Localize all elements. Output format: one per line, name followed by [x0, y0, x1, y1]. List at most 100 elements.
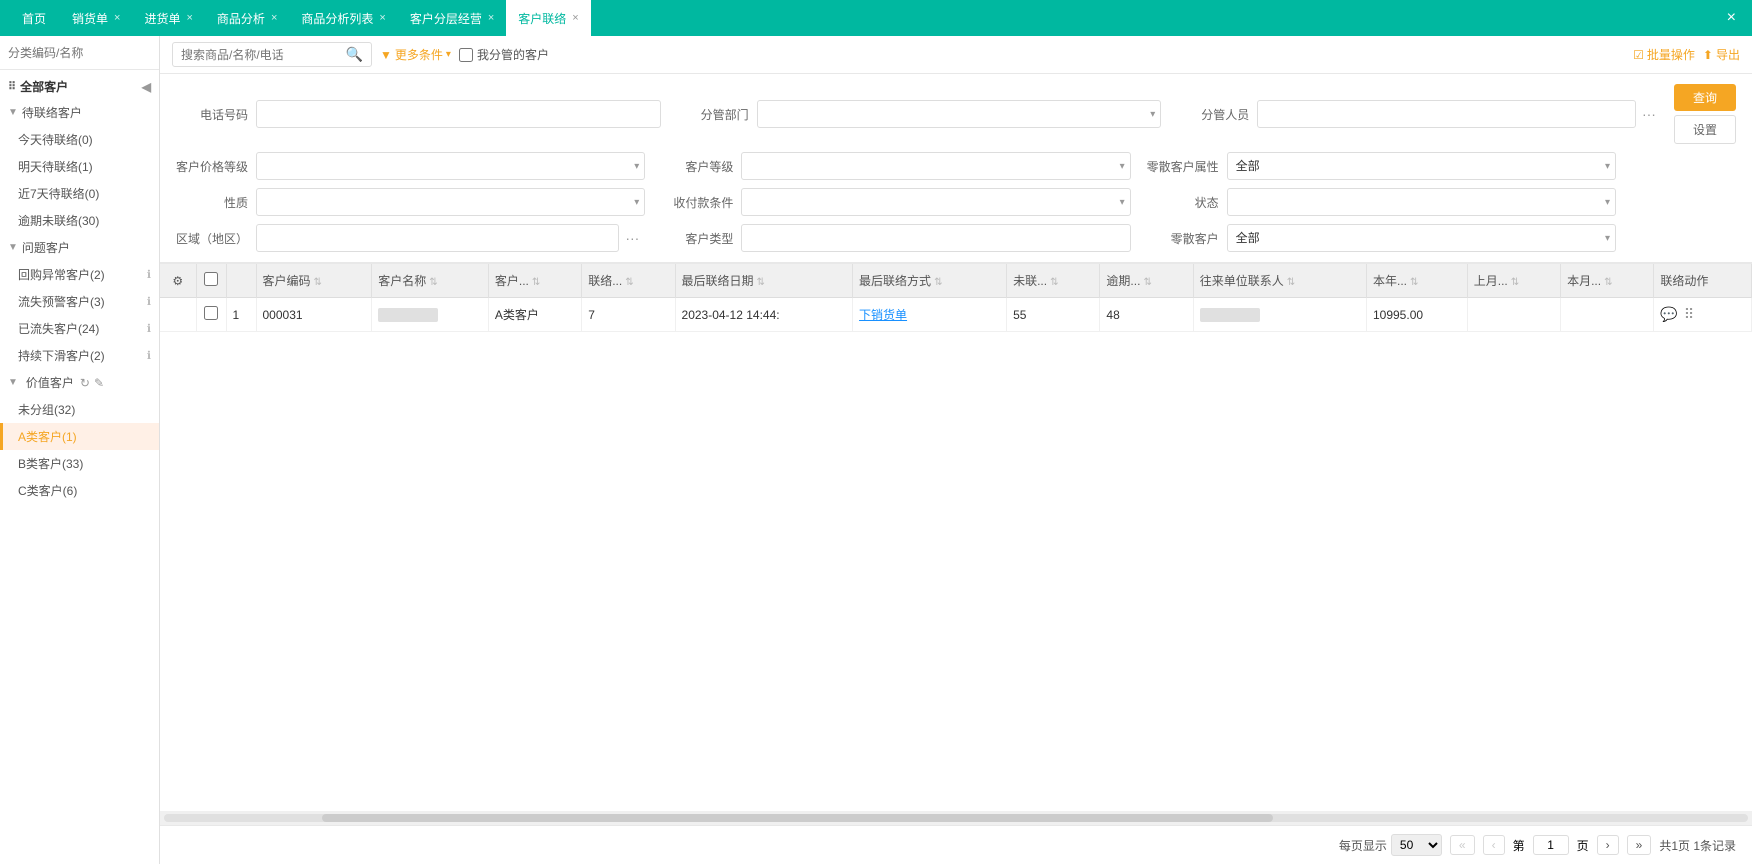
- edit-icon[interactable]: ✎: [94, 376, 104, 390]
- last-page-button[interactable]: »: [1627, 835, 1652, 855]
- search-input[interactable]: [181, 48, 346, 62]
- th-overdue[interactable]: 逾期...⇅: [1100, 264, 1193, 298]
- scrollbar-thumb[interactable]: [322, 814, 1272, 822]
- retail-attr-select[interactable]: 全部: [1227, 152, 1616, 180]
- filter-row-1: 电话号码 分管部门 ▾ 分管人员 ···: [176, 84, 1736, 144]
- select-all-checkbox[interactable]: [204, 272, 218, 286]
- main-layout: 🔍 ⠿ 全部客户 ◀ ▼ 待联络客户 今天待联络(0) 明天待联络(1) 近7天…: [0, 36, 1752, 864]
- retail-label: 零散客户: [1147, 230, 1227, 247]
- th-settings[interactable]: ⚙: [160, 264, 196, 298]
- status-select-wrapper: ▾: [1227, 188, 1616, 216]
- dots-icon[interactable]: ···: [1636, 106, 1662, 122]
- sidebar-item-class-b[interactable]: B类客户(33): [0, 450, 159, 477]
- tab-customer-contact[interactable]: 客户联络 ×: [506, 0, 590, 36]
- sidebar-search-input[interactable]: [8, 46, 160, 60]
- dept-select[interactable]: [757, 100, 1162, 128]
- filter-icon: ▼: [380, 48, 392, 62]
- sidebar-item-today-pending[interactable]: 今天待联络(0): [0, 126, 159, 153]
- td-no-contact: 55: [1007, 298, 1100, 332]
- sidebar-item-declining[interactable]: 持续下滑客户(2) ℹ: [0, 342, 159, 369]
- tab-product-analysis-list[interactable]: 商品分析列表 ×: [289, 0, 397, 36]
- sidebar-group-pending-contact[interactable]: ▼ 待联络客户: [0, 99, 159, 126]
- sidebar-item-churn-warning[interactable]: 流失预警客户(3) ℹ: [0, 288, 159, 315]
- sidebar-item-churned[interactable]: 已流失客户(24) ℹ: [0, 315, 159, 342]
- th-last-contact-date[interactable]: 最后联络日期⇅: [675, 264, 853, 298]
- close-icon[interactable]: ×: [114, 12, 120, 24]
- th-code[interactable]: 客户编码⇅: [256, 264, 372, 298]
- region-input[interactable]: [256, 224, 619, 252]
- row-checkbox[interactable]: [204, 306, 218, 320]
- close-icon[interactable]: ×: [488, 12, 494, 24]
- filter-cell-customer-type: 客户类型: [661, 224, 1130, 252]
- sidebar-group-value-customers[interactable]: ▼ 价值客户 ↻ ✎: [0, 369, 159, 396]
- first-page-button[interactable]: «: [1450, 835, 1475, 855]
- person-input[interactable]: [1257, 100, 1636, 128]
- sidebar-group-problem-customers[interactable]: ▼ 问题客户: [0, 234, 159, 261]
- status-select[interactable]: [1227, 188, 1616, 216]
- sidebar: 🔍 ⠿ 全部客户 ◀ ▼ 待联络客户 今天待联络(0) 明天待联络(1) 近7天…: [0, 36, 160, 864]
- td-checkbox[interactable]: [196, 298, 226, 332]
- chat-icon[interactable]: 💬: [1660, 306, 1677, 323]
- settings-button[interactable]: 设置: [1674, 115, 1736, 144]
- th-contact[interactable]: 联络...⇅: [582, 264, 675, 298]
- more-filter-button[interactable]: ▼ 更多条件 ▾: [380, 46, 451, 63]
- filter-row-3: 性质 ▾ 收付款条件 ▾ 状态: [176, 188, 1736, 216]
- barcode-icon[interactable]: ⠿: [1684, 306, 1694, 323]
- retail-select[interactable]: 全部: [1227, 224, 1616, 252]
- td-last-method[interactable]: 下销货单: [853, 298, 1007, 332]
- tab-purchase-order[interactable]: 进货单 ×: [132, 0, 204, 36]
- page-input[interactable]: [1533, 835, 1569, 855]
- th-this-year[interactable]: 本年...⇅: [1366, 264, 1467, 298]
- per-page-select[interactable]: 50 100: [1391, 834, 1442, 856]
- next-page-button[interactable]: ›: [1597, 835, 1619, 855]
- global-close-button[interactable]: ×: [1719, 9, 1744, 27]
- phone-input[interactable]: [256, 100, 661, 128]
- sidebar-item-ungrouped[interactable]: 未分组(32): [0, 396, 159, 423]
- sidebar-item-class-c[interactable]: C类客户(6): [0, 477, 159, 504]
- nature-select[interactable]: [256, 188, 645, 216]
- close-icon[interactable]: ×: [572, 12, 578, 24]
- my-customers-checkbox[interactable]: 我分管的客户: [459, 46, 549, 63]
- sidebar-item-repurchase-anomaly[interactable]: 回购异常客户(2) ℹ: [0, 261, 159, 288]
- th-this-month[interactable]: 本月...⇅: [1561, 264, 1654, 298]
- filter-row-2: 客户价格等级 ▾ 客户等级 ▾ 零散客户属性: [176, 152, 1736, 180]
- td-this-month: [1561, 298, 1654, 332]
- tab-product-analysis[interactable]: 商品分析 ×: [205, 0, 289, 36]
- close-icon[interactable]: ×: [379, 12, 385, 24]
- tab-sales-order[interactable]: 销货单 ×: [60, 0, 132, 36]
- nature-label: 性质: [176, 194, 256, 211]
- my-customers-check[interactable]: [459, 48, 473, 62]
- export-button[interactable]: ⬆ 导出: [1703, 46, 1740, 63]
- sort-icon: ⇅: [625, 277, 633, 288]
- search-icon[interactable]: 🔍: [346, 46, 363, 63]
- th-level[interactable]: 客户...⇅: [488, 264, 581, 298]
- refresh-icon[interactable]: ↻: [80, 376, 90, 390]
- payment-select[interactable]: [741, 188, 1130, 216]
- th-last-month[interactable]: 上月...⇅: [1467, 264, 1560, 298]
- sidebar-item-tomorrow-pending[interactable]: 明天待联络(1): [0, 153, 159, 180]
- prev-page-button[interactable]: ‹: [1483, 835, 1505, 855]
- close-icon[interactable]: ×: [271, 12, 277, 24]
- th-contacts-person[interactable]: 往来单位联系人⇅: [1193, 264, 1366, 298]
- home-tab[interactable]: 首页: [8, 0, 60, 36]
- tab-customer-segmentation[interactable]: 客户分层经营 ×: [398, 0, 506, 36]
- close-icon[interactable]: ×: [186, 12, 192, 24]
- price-level-select[interactable]: [256, 152, 645, 180]
- query-button[interactable]: 查询: [1674, 84, 1736, 111]
- horizontal-scrollbar[interactable]: [160, 811, 1752, 825]
- per-page-control: 每页显示 50 100: [1339, 834, 1442, 856]
- sidebar-item-overdue-contact[interactable]: 逾期未联络(30): [0, 207, 159, 234]
- th-no-contact[interactable]: 未联...⇅: [1007, 264, 1100, 298]
- dots-icon[interactable]: ···: [619, 230, 645, 246]
- filter-cell-dept: 分管部门 ▾: [677, 100, 1162, 128]
- th-last-contact-method[interactable]: 最后联络方式⇅: [853, 264, 1007, 298]
- customer-type-input[interactable]: [741, 224, 1130, 252]
- batch-ops-button[interactable]: ☑ 批量操作: [1633, 46, 1695, 63]
- th-name[interactable]: 客户名称⇅: [372, 264, 489, 298]
- collapse-icon[interactable]: ◀: [142, 80, 151, 94]
- sidebar-item-week-pending[interactable]: 近7天待联络(0): [0, 180, 159, 207]
- sidebar-item-class-a[interactable]: A类客户(1): [0, 423, 159, 450]
- customer-level-select[interactable]: [741, 152, 1130, 180]
- info-icon: ℹ: [147, 349, 151, 362]
- th-checkbox[interactable]: [196, 264, 226, 298]
